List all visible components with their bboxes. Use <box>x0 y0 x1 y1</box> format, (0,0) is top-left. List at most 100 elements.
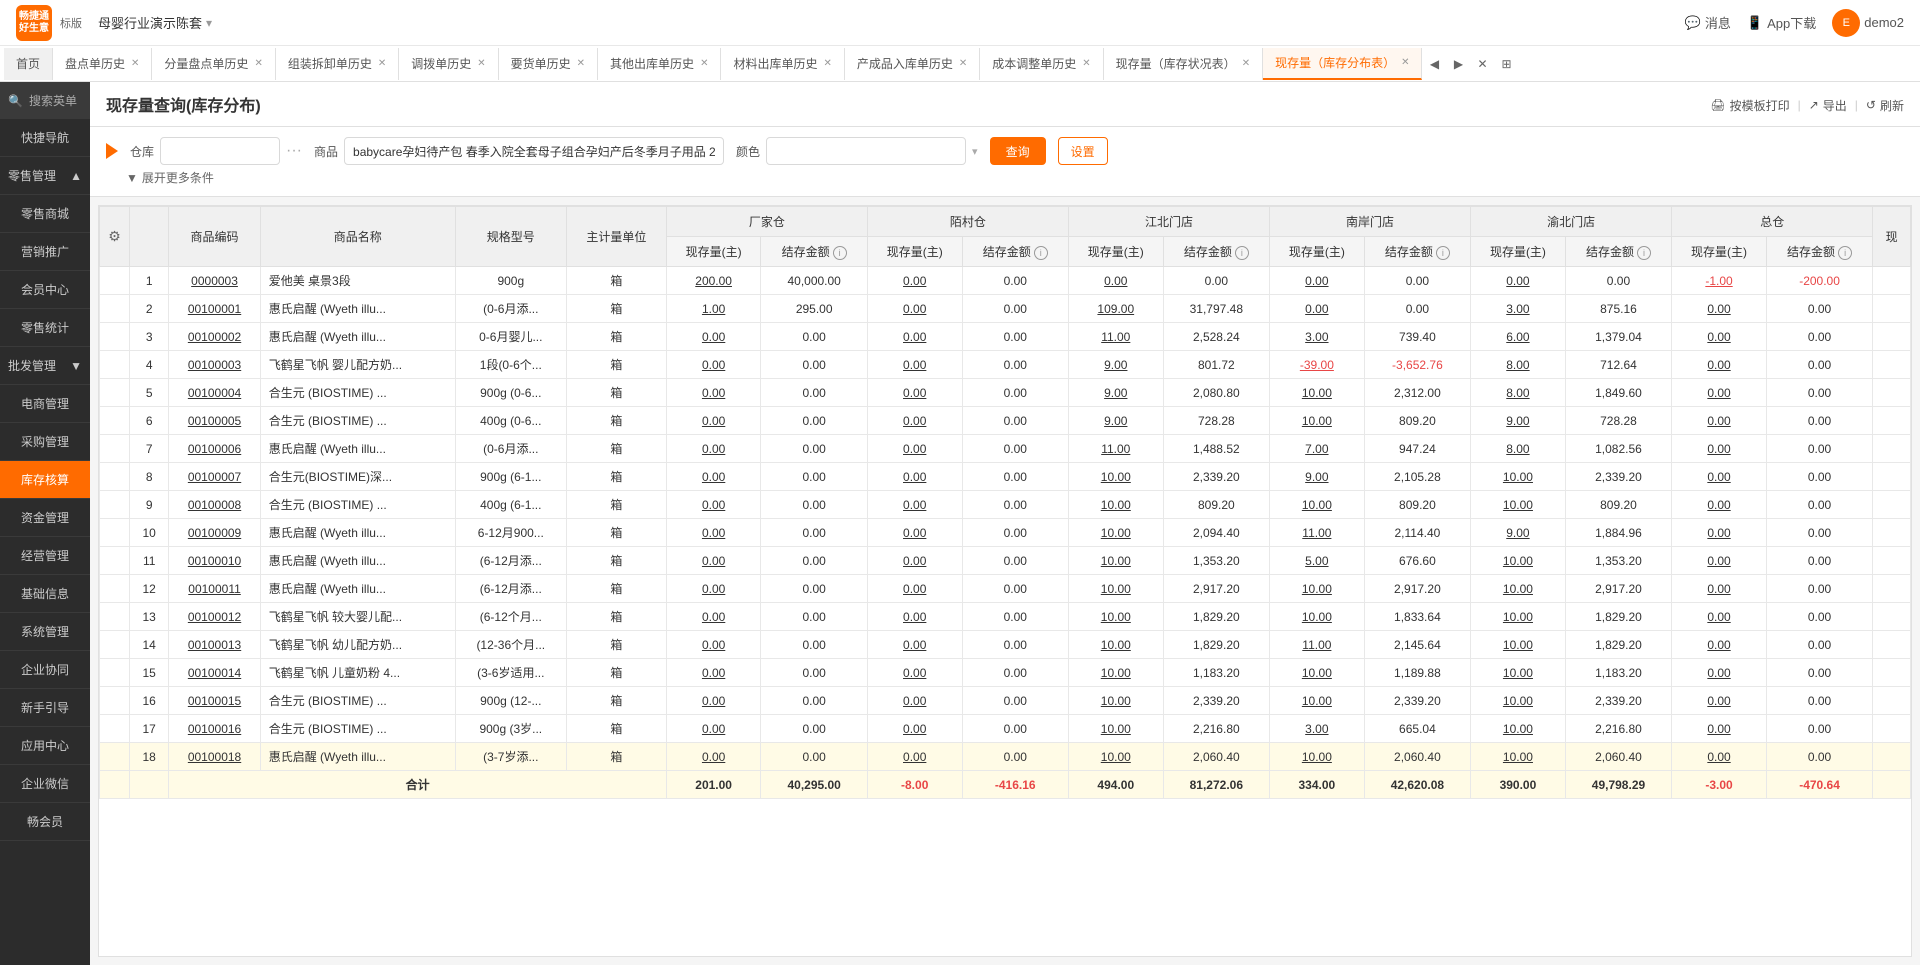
sidebar-item-vip[interactable]: 畅会员 <box>0 803 90 841</box>
cell-yubei-current[interactable]: 10.00 <box>1471 491 1566 519</box>
color-dropdown-icon[interactable]: ▾ <box>972 145 978 158</box>
tab-close-icon[interactable]: ✕ <box>700 58 708 69</box>
cell-total-current[interactable]: 0.00 <box>1672 463 1767 491</box>
sidebar-search[interactable]: 🔍 搜索英单 <box>0 82 90 119</box>
cell-mucun-current[interactable]: 0.00 <box>867 351 962 379</box>
cell-changjia-current[interactable]: 0.00 <box>666 463 761 491</box>
cell-mucun-current[interactable]: 0.00 <box>867 435 962 463</box>
cell-nanan-current[interactable]: 11.00 <box>1270 519 1365 547</box>
cell-changjia-current[interactable]: 1.00 <box>666 295 761 323</box>
tab-material-out[interactable]: 材料出库单历史 ✕ <box>721 48 844 80</box>
cell-nanan-current[interactable]: 10.00 <box>1270 603 1365 631</box>
cell-nanan-current[interactable]: 10.00 <box>1270 407 1365 435</box>
cell-total-current[interactable]: 0.00 <box>1672 575 1767 603</box>
cell-yubei-current[interactable]: 10.00 <box>1471 575 1566 603</box>
cell-code[interactable]: 00100016 <box>169 715 260 743</box>
cell-changjia-current[interactable]: 0.00 <box>666 603 761 631</box>
sidebar-item-inventory[interactable]: 库存核算 <box>0 461 90 499</box>
cell-changjia-current[interactable]: 0.00 <box>666 631 761 659</box>
tab-home[interactable]: 首页 <box>4 48 53 80</box>
cell-mucun-current[interactable]: 0.00 <box>867 631 962 659</box>
cell-code[interactable]: 00100014 <box>169 659 260 687</box>
cell-changjia-current[interactable]: 0.00 <box>666 715 761 743</box>
refresh-btn[interactable]: ↺ 刷新 <box>1866 97 1904 114</box>
cell-nanan-current[interactable]: 3.00 <box>1270 323 1365 351</box>
tab-close-icon[interactable]: ✕ <box>1401 57 1409 68</box>
cell-mucun-current[interactable]: 0.00 <box>867 295 962 323</box>
message-btn[interactable]: 💬 消息 <box>1685 13 1731 32</box>
tab-product-in[interactable]: 产成品入库单历史 ✕ <box>845 48 980 80</box>
cell-total-current[interactable]: 0.00 <box>1672 407 1767 435</box>
cell-mucun-current[interactable]: 0.00 <box>867 407 962 435</box>
tab-close-icon[interactable]: ✕ <box>1082 58 1090 69</box>
cell-changjia-current[interactable]: 0.00 <box>666 351 761 379</box>
cell-jiangbei-current[interactable]: 9.00 <box>1068 351 1163 379</box>
tab-transfer[interactable]: 调拨单历史 ✕ <box>399 48 498 80</box>
cell-mucun-current[interactable]: 0.00 <box>867 547 962 575</box>
cell-jiangbei-current[interactable]: 10.00 <box>1068 687 1163 715</box>
cell-changjia-current[interactable]: 0.00 <box>666 407 761 435</box>
tab-inventory-check[interactable]: 盘点单历史 ✕ <box>53 48 152 80</box>
cell-yubei-current[interactable]: 10.00 <box>1471 631 1566 659</box>
cell-yubei-current[interactable]: 10.00 <box>1471 715 1566 743</box>
sidebar-item-wxwork[interactable]: 企业微信 <box>0 765 90 803</box>
sidebar-item-stats[interactable]: 零售统计 <box>0 309 90 347</box>
cell-changjia-current[interactable]: 0.00 <box>666 323 761 351</box>
cell-yubei-current[interactable]: 10.00 <box>1471 687 1566 715</box>
cell-nanan-current[interactable]: 5.00 <box>1270 547 1365 575</box>
tab-close-all-btn[interactable]: ✕ <box>1470 50 1494 78</box>
cell-nanan-current[interactable]: 3.00 <box>1270 715 1365 743</box>
cell-nanan-current[interactable]: 10.00 <box>1270 491 1365 519</box>
cell-nanan-current[interactable]: 9.00 <box>1270 463 1365 491</box>
cell-yubei-current[interactable]: 9.00 <box>1471 407 1566 435</box>
expand-conditions-btn[interactable]: ▼ 展开更多条件 <box>126 169 1904 186</box>
cell-yubei-current[interactable]: 0.00 <box>1471 267 1566 295</box>
cell-total-current[interactable]: 0.00 <box>1672 547 1767 575</box>
cell-yubei-current[interactable]: 8.00 <box>1471 435 1566 463</box>
sidebar-item-quick[interactable]: 快捷导航 <box>0 119 90 157</box>
setting-button[interactable]: 设置 <box>1058 137 1108 165</box>
sidebar-item-collab[interactable]: 企业协同 <box>0 651 90 689</box>
cell-code[interactable]: 0000003 <box>169 267 260 295</box>
cell-yubei-current[interactable]: 10.00 <box>1471 659 1566 687</box>
tab-stock-dist[interactable]: 现存量（库存分布表） ✕ <box>1263 48 1422 80</box>
sidebar-item-wholesale[interactable]: 批发管理▼ <box>0 347 90 385</box>
jiangbei-amount-info-icon[interactable]: i <box>1235 246 1249 260</box>
collapse-triangle[interactable] <box>106 143 118 159</box>
cell-code[interactable]: 00100003 <box>169 351 260 379</box>
cell-total-current[interactable]: 0.00 <box>1672 491 1767 519</box>
cell-changjia-current[interactable]: 0.00 <box>666 575 761 603</box>
cell-code[interactable]: 00100011 <box>169 575 260 603</box>
tab-cost-adjust[interactable]: 成本调整单历史 ✕ <box>980 48 1103 80</box>
cell-total-current[interactable]: 0.00 <box>1672 295 1767 323</box>
nanan-amount-info-icon[interactable]: i <box>1436 246 1450 260</box>
cell-jiangbei-current[interactable]: 9.00 <box>1068 379 1163 407</box>
tab-close-icon[interactable]: ✕ <box>577 58 585 69</box>
tab-other-out[interactable]: 其他出库单历史 ✕ <box>598 48 721 80</box>
sidebar-item-member[interactable]: 会员中心 <box>0 271 90 309</box>
cell-nanan-current[interactable]: 10.00 <box>1270 659 1365 687</box>
cell-nanan-current[interactable]: 10.00 <box>1270 575 1365 603</box>
cell-changjia-current[interactable]: 0.00 <box>666 519 761 547</box>
cell-yubei-current[interactable]: 3.00 <box>1471 295 1566 323</box>
sidebar-item-basic[interactable]: 基础信息 <box>0 575 90 613</box>
cell-yubei-current[interactable]: 8.00 <box>1471 379 1566 407</box>
cell-code[interactable]: 00100002 <box>169 323 260 351</box>
yubei-amount-info-icon[interactable]: i <box>1637 246 1651 260</box>
mucun-amount-info-icon[interactable]: i <box>1034 246 1048 260</box>
cell-nanan-current[interactable]: 7.00 <box>1270 435 1365 463</box>
tab-close-icon[interactable]: ✕ <box>254 58 262 69</box>
sidebar-item-management[interactable]: 经营管理 <box>0 537 90 575</box>
cell-changjia-current[interactable]: 0.00 <box>666 547 761 575</box>
tab-close-icon[interactable]: ✕ <box>823 58 831 69</box>
cell-nanan-current[interactable]: 10.00 <box>1270 743 1365 771</box>
cell-nanan-current[interactable]: 10.00 <box>1270 379 1365 407</box>
cell-code[interactable]: 00100006 <box>169 435 260 463</box>
cell-jiangbei-current[interactable]: 10.00 <box>1068 603 1163 631</box>
gear-setting-icon[interactable]: ⚙ <box>108 228 121 244</box>
cell-code[interactable]: 00100007 <box>169 463 260 491</box>
sidebar-item-finance[interactable]: 资金管理 <box>0 499 90 537</box>
color-input[interactable] <box>766 137 966 165</box>
cell-code[interactable]: 00100005 <box>169 407 260 435</box>
cell-total-current[interactable]: 0.00 <box>1672 687 1767 715</box>
